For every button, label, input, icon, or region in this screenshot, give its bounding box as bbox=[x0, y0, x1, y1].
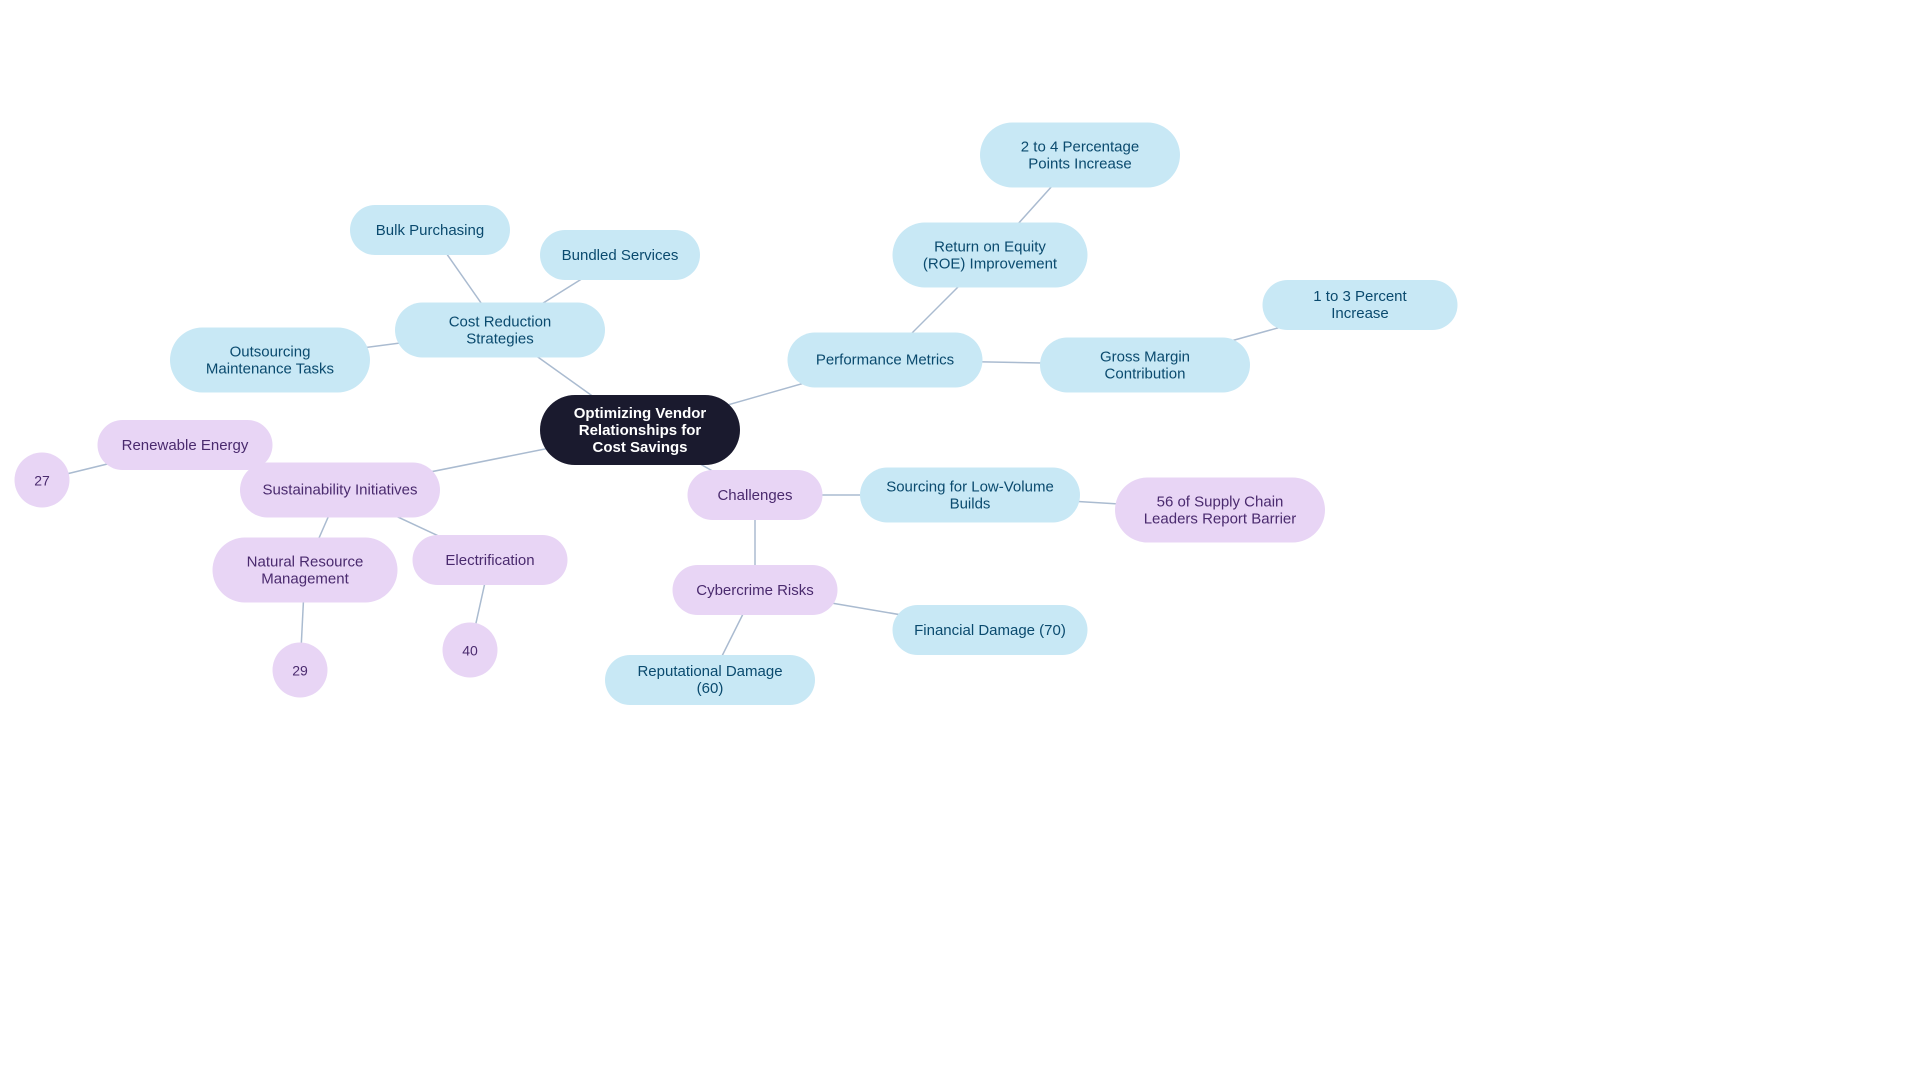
node-cost_reduction[interactable]: Cost Reduction Strategies bbox=[395, 303, 605, 358]
node-renewable_energy[interactable]: Renewable Energy bbox=[98, 420, 273, 470]
node-circle_40[interactable]: 40 bbox=[443, 623, 498, 678]
node-challenges[interactable]: Challenges bbox=[688, 470, 823, 520]
node-financial_damage[interactable]: Financial Damage (70) bbox=[893, 605, 1088, 655]
node-bulk_purchasing[interactable]: Bulk Purchasing bbox=[350, 205, 510, 255]
node-electrification[interactable]: Electrification bbox=[413, 535, 568, 585]
node-supply_chain_barrier[interactable]: 56 of Supply Chain Leaders Report Barrie… bbox=[1115, 478, 1325, 543]
node-sourcing_low_volume[interactable]: Sourcing for Low-Volume Builds bbox=[860, 468, 1080, 523]
node-bundled_services[interactable]: Bundled Services bbox=[540, 230, 700, 280]
mindmap-container: Optimizing Vendor Relationships for Cost… bbox=[0, 0, 1920, 1083]
node-gross_margin[interactable]: Gross Margin Contribution bbox=[1040, 338, 1250, 393]
node-natural_resource[interactable]: Natural Resource Management bbox=[213, 538, 398, 603]
node-cybercrime[interactable]: Cybercrime Risks bbox=[673, 565, 838, 615]
node-outsourcing[interactable]: Outsourcing Maintenance Tasks bbox=[170, 328, 370, 393]
node-roe_improvement[interactable]: Return on Equity (ROE) Improvement bbox=[893, 223, 1088, 288]
node-reputational_damage[interactable]: Reputational Damage (60) bbox=[605, 655, 815, 705]
node-center[interactable]: Optimizing Vendor Relationships for Cost… bbox=[540, 395, 740, 465]
node-performance_metrics[interactable]: Performance Metrics bbox=[788, 333, 983, 388]
node-one_to_three[interactable]: 1 to 3 Percent Increase bbox=[1263, 280, 1458, 330]
node-sustainability[interactable]: Sustainability Initiatives bbox=[240, 463, 440, 518]
node-percentage_increase[interactable]: 2 to 4 Percentage Points Increase bbox=[980, 123, 1180, 188]
node-circle_27[interactable]: 27 bbox=[15, 453, 70, 508]
node-circle_29[interactable]: 29 bbox=[273, 643, 328, 698]
